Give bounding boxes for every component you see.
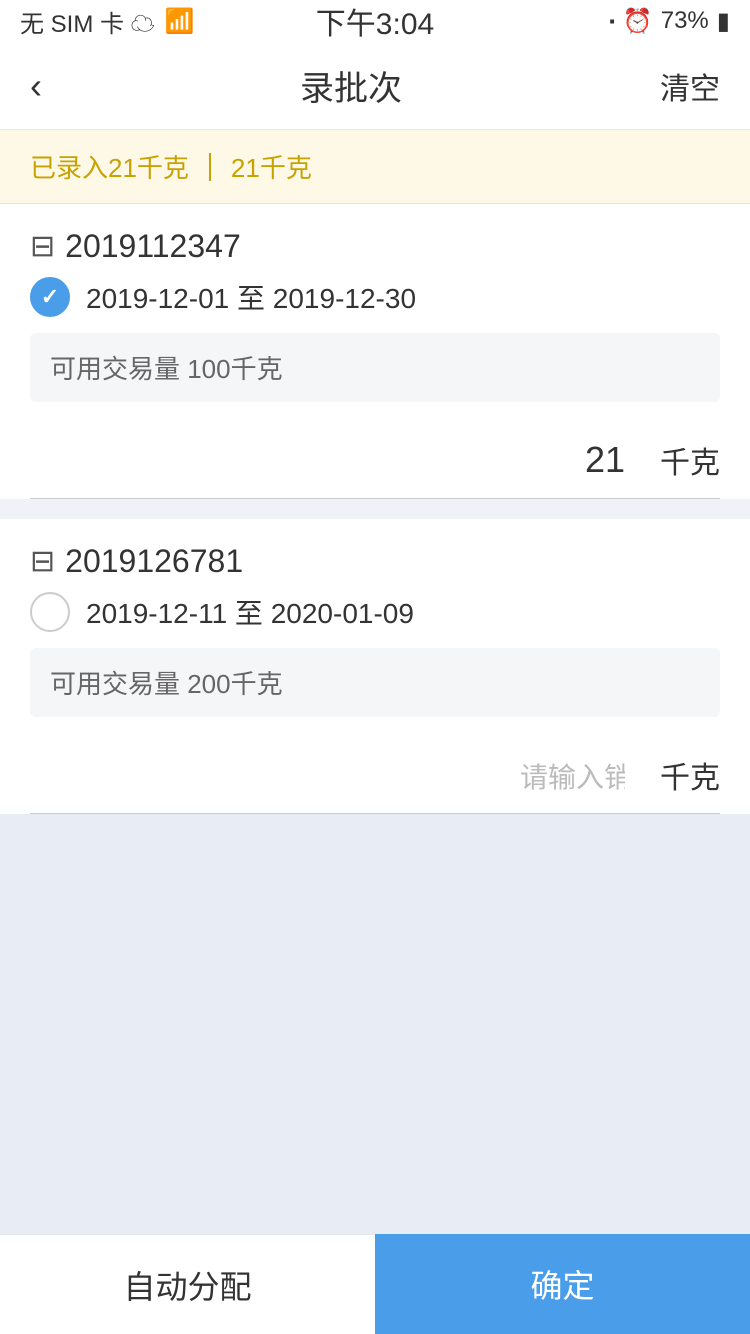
batch-1-unit: 千克 bbox=[660, 438, 720, 482]
recorded-amount: 已录入21千克 bbox=[30, 148, 189, 185]
batch-1-quantity-input[interactable] bbox=[520, 439, 640, 481]
auto-distribute-button[interactable]: 自动分配 bbox=[0, 1234, 375, 1334]
page-title: 录批次 bbox=[300, 61, 402, 110]
info-banner: 已录入21千克 21千克 bbox=[0, 130, 750, 204]
batch-1-date-row: 2019-12-01 至 2019-12-30 bbox=[30, 277, 720, 317]
info-divider bbox=[209, 153, 211, 181]
batch-2-header: ⊟ 2019126781 bbox=[30, 543, 720, 580]
section-separator bbox=[0, 499, 750, 519]
batch-2-quantity-row: 千克 bbox=[0, 737, 750, 813]
alarm-icon: ⏰ bbox=[623, 7, 653, 36]
batch-1-card: ⊟ 2019112347 2019-12-01 至 2019-12-30 可用交… bbox=[0, 204, 750, 499]
sim-label: 无 SIM 卡 ☁ bbox=[20, 4, 155, 39]
batch-1-id: 2019112347 bbox=[65, 228, 241, 265]
batch-1-item: ⊟ 2019112347 2019-12-01 至 2019-12-30 可用交… bbox=[0, 204, 750, 422]
status-bar: 无 SIM 卡 ☁ 📶 下午3:04 ⬝ ⏰ 73% ▮ bbox=[0, 0, 750, 42]
batch-2-date: 2019-12-11 至 2020-01-09 bbox=[86, 592, 414, 632]
batch-1-availability: 可用交易量 100千克 bbox=[30, 333, 720, 402]
back-button[interactable]: ‹ bbox=[30, 65, 42, 107]
nav-bar: ‹ 录批次 清空 bbox=[0, 42, 750, 130]
batch-2-doc-icon: ⊟ bbox=[30, 544, 55, 579]
location-icon: ⬝ bbox=[609, 10, 614, 33]
batch-2-date-row: 2019-12-11 至 2020-01-09 bbox=[30, 592, 720, 632]
batch-1-quantity-row: 千克 bbox=[0, 422, 750, 498]
bottom-bar: 自动分配 确定 bbox=[0, 1234, 750, 1334]
batch-2-item: ⊟ 2019126781 2019-12-11 至 2020-01-09 可用交… bbox=[0, 519, 750, 737]
status-time: 下午3:04 bbox=[316, 0, 434, 43]
wifi-icon: 📶 bbox=[165, 7, 195, 36]
batch-2-quantity-input[interactable] bbox=[520, 754, 640, 796]
batch-2-availability: 可用交易量 200千克 bbox=[30, 648, 720, 717]
confirm-button[interactable]: 确定 bbox=[375, 1234, 750, 1334]
battery-text: 73% bbox=[661, 7, 709, 35]
batch-1-date: 2019-12-01 至 2019-12-30 bbox=[86, 277, 416, 317]
status-left: 无 SIM 卡 ☁ 📶 bbox=[20, 4, 195, 39]
batch-1-doc-icon: ⊟ bbox=[30, 229, 55, 264]
status-right: ⬝ ⏰ 73% ▮ bbox=[609, 7, 730, 36]
battery-icon: ▮ bbox=[717, 7, 730, 36]
batch-1-radio[interactable] bbox=[30, 277, 70, 317]
clear-button[interactable]: 清空 bbox=[660, 64, 720, 108]
batch-1-header: ⊟ 2019112347 bbox=[30, 228, 720, 265]
batch-2-unit: 千克 bbox=[660, 753, 720, 797]
batch-2-id: 2019126781 bbox=[65, 543, 243, 580]
total-amount: 21千克 bbox=[231, 148, 312, 185]
batch-2-radio[interactable] bbox=[30, 592, 70, 632]
batch-2-card: ⊟ 2019126781 2019-12-11 至 2020-01-09 可用交… bbox=[0, 519, 750, 814]
